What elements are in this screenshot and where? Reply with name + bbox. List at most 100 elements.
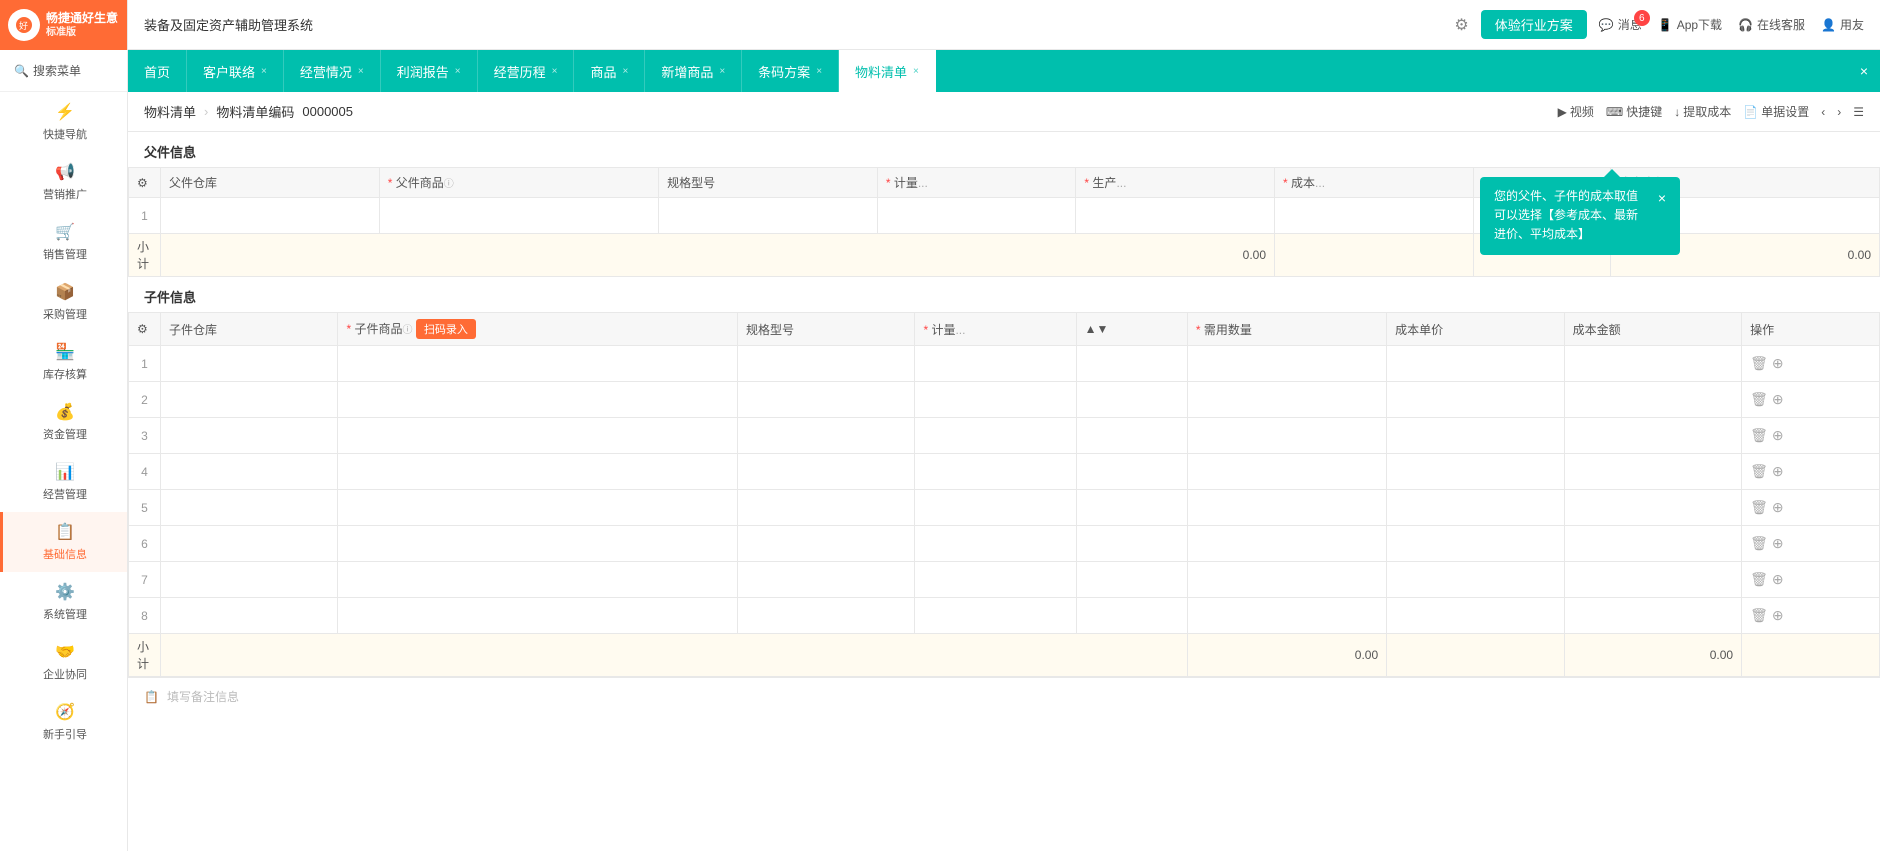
child-row-3-need-qty[interactable] xyxy=(1187,418,1386,454)
close-all-tabs[interactable]: × xyxy=(1848,63,1880,79)
scan-input-button[interactable]: 扫码录入 xyxy=(416,319,476,339)
child-row-8-delete-icon[interactable]: 🗑 xyxy=(1750,607,1768,624)
child-row-7-warehouse[interactable] xyxy=(161,562,338,598)
child-row-2-qty-unit[interactable] xyxy=(915,382,1076,418)
tab-profit-close[interactable]: × xyxy=(455,66,461,77)
child-row-3-delete-icon[interactable]: 🗑 xyxy=(1750,427,1768,444)
sidebar-item-operation[interactable]: 📊 经营管理 xyxy=(0,452,127,512)
search-menu-button[interactable]: 🔍 搜索菜单 xyxy=(8,58,119,83)
sidebar-item-marketing[interactable]: 📢 营销推广 xyxy=(0,152,127,212)
child-row-1-qty-unit[interactable] xyxy=(915,346,1076,382)
note-hint[interactable]: 填写备注信息 xyxy=(167,688,239,705)
tab-customer-close[interactable]: × xyxy=(261,66,267,77)
child-row-4-qty-unit[interactable] xyxy=(915,454,1076,490)
extract-cost-action[interactable]: ↓ 提取成本 xyxy=(1674,103,1731,120)
tab-barcode-close[interactable]: × xyxy=(816,66,822,77)
sidebar-search-area[interactable]: 🔍 搜索菜单 xyxy=(0,50,127,92)
tab-bom-close[interactable]: × xyxy=(913,66,919,77)
video-action[interactable]: ▶ 视频 xyxy=(1558,103,1594,120)
child-row-4-warehouse[interactable] xyxy=(161,454,338,490)
nav-next[interactable]: › xyxy=(1837,105,1841,119)
nav-prev[interactable]: ‹ xyxy=(1821,105,1825,119)
tab-bom[interactable]: 物料清单 × xyxy=(839,50,936,92)
child-row-6-delete-icon[interactable]: 🗑 xyxy=(1750,535,1768,552)
child-row-2-need-qty[interactable] xyxy=(1187,382,1386,418)
child-row-2-delete-icon[interactable]: 🗑 xyxy=(1750,391,1768,408)
user-item[interactable]: 👤 用友 xyxy=(1821,16,1864,33)
child-row-3-cost-price[interactable] xyxy=(1387,418,1564,454)
child-row-6-cost-price[interactable] xyxy=(1387,526,1564,562)
sidebar-item-guide[interactable]: 🧭 新手引导 xyxy=(0,692,127,752)
child-row-4-goods[interactable] xyxy=(338,454,738,490)
child-row-8-need-qty[interactable] xyxy=(1187,598,1386,634)
child-row-3-goods[interactable] xyxy=(338,418,738,454)
child-row-8-spec[interactable] xyxy=(737,598,914,634)
child-row-6-warehouse[interactable] xyxy=(161,526,338,562)
child-row-7-need-qty[interactable] xyxy=(1187,562,1386,598)
parent-row-1-spec[interactable] xyxy=(659,198,878,234)
voucher-settings-action[interactable]: 📄 单据设置 xyxy=(1743,103,1809,120)
tab-barcode[interactable]: 条码方案 × xyxy=(742,50,839,92)
child-row-8-goods[interactable] xyxy=(338,598,738,634)
sidebar-item-enterprise[interactable]: 🤝 企业协同 xyxy=(0,632,127,692)
child-row-4-need-qty[interactable] xyxy=(1187,454,1386,490)
child-row-7-goods[interactable] xyxy=(338,562,738,598)
child-row-8-qty-unit[interactable] xyxy=(915,598,1076,634)
tab-new-goods-close[interactable]: × xyxy=(719,66,725,77)
child-row-1-warehouse[interactable] xyxy=(161,346,338,382)
child-row-1-goods[interactable] xyxy=(338,346,738,382)
child-row-1-cost-price[interactable] xyxy=(1387,346,1564,382)
sidebar-item-basic-info[interactable]: 📋 基础信息 xyxy=(0,512,127,572)
child-row-1-need-qty[interactable] xyxy=(1187,346,1386,382)
child-row-7-spec[interactable] xyxy=(737,562,914,598)
child-row-5-goods[interactable] xyxy=(338,490,738,526)
child-row-5-spec[interactable] xyxy=(737,490,914,526)
tooltip-close-button[interactable]: × xyxy=(1658,187,1666,209)
child-row-3-warehouse[interactable] xyxy=(161,418,338,454)
child-row-1-delete-icon[interactable]: 🗑 xyxy=(1750,355,1768,372)
parent-row-1-warehouse[interactable] xyxy=(161,198,380,234)
child-row-7-delete-icon[interactable]: 🗑 xyxy=(1750,571,1768,588)
child-row-4-cost-price[interactable] xyxy=(1387,454,1564,490)
child-row-8-cost-price[interactable] xyxy=(1387,598,1564,634)
child-row-5-need-qty[interactable] xyxy=(1187,490,1386,526)
child-row-2-goods[interactable] xyxy=(338,382,738,418)
message-icon-item[interactable]: 💬 消息 6 xyxy=(1599,16,1642,33)
child-row-6-copy-icon[interactable]: ⊕ xyxy=(1772,535,1784,552)
breadcrumb-item-1[interactable]: 物料清单 xyxy=(144,102,196,121)
child-row-5-warehouse[interactable] xyxy=(161,490,338,526)
sidebar-item-inventory[interactable]: 🏪 库存核算 xyxy=(0,332,127,392)
child-row-2-copy-icon[interactable]: ⊕ xyxy=(1772,391,1784,408)
sidebar-item-system[interactable]: ⚙️ 系统管理 xyxy=(0,572,127,632)
child-row-6-need-qty[interactable] xyxy=(1187,526,1386,562)
sidebar-item-finance[interactable]: 💰 资金管理 xyxy=(0,392,127,452)
shortcut-action[interactable]: ⌨ 快捷键 xyxy=(1606,103,1662,120)
child-row-7-copy-icon[interactable]: ⊕ xyxy=(1772,571,1784,588)
child-row-6-spec[interactable] xyxy=(737,526,914,562)
sidebar-item-sales[interactable]: 🛒 销售管理 xyxy=(0,212,127,272)
parent-row-1-cost[interactable] xyxy=(1275,198,1474,234)
parent-row-1-produce[interactable] xyxy=(1076,198,1275,234)
gear-button[interactable]: ⚙ xyxy=(1454,15,1468,35)
child-row-2-cost-price[interactable] xyxy=(1387,382,1564,418)
online-service-item[interactable]: 🎧 在线客服 xyxy=(1738,16,1805,33)
child-row-4-copy-icon[interactable]: ⊕ xyxy=(1772,463,1784,480)
child-col-settings[interactable]: ⚙ xyxy=(129,313,161,346)
child-row-5-qty-unit[interactable] xyxy=(915,490,1076,526)
tab-new-goods[interactable]: 新增商品 × xyxy=(645,50,742,92)
tab-operation-status[interactable]: 经营情况 × xyxy=(284,50,381,92)
child-row-4-spec[interactable] xyxy=(737,454,914,490)
child-row-4-delete-icon[interactable]: 🗑 xyxy=(1750,463,1768,480)
child-row-7-cost-price[interactable] xyxy=(1387,562,1564,598)
parent-row-1-qty-unit[interactable] xyxy=(877,198,1076,234)
child-row-3-qty-unit[interactable] xyxy=(915,418,1076,454)
child-row-8-warehouse[interactable] xyxy=(161,598,338,634)
tab-customer[interactable]: 客户联络 × xyxy=(187,50,284,92)
child-row-6-qty-unit[interactable] xyxy=(915,526,1076,562)
trial-button[interactable]: 体验行业方案 xyxy=(1481,10,1587,39)
child-row-2-warehouse[interactable] xyxy=(161,382,338,418)
tab-goods[interactable]: 商品 × xyxy=(574,50,645,92)
child-row-5-cost-price[interactable] xyxy=(1387,490,1564,526)
child-row-3-spec[interactable] xyxy=(737,418,914,454)
child-row-5-copy-icon[interactable]: ⊕ xyxy=(1772,499,1784,516)
